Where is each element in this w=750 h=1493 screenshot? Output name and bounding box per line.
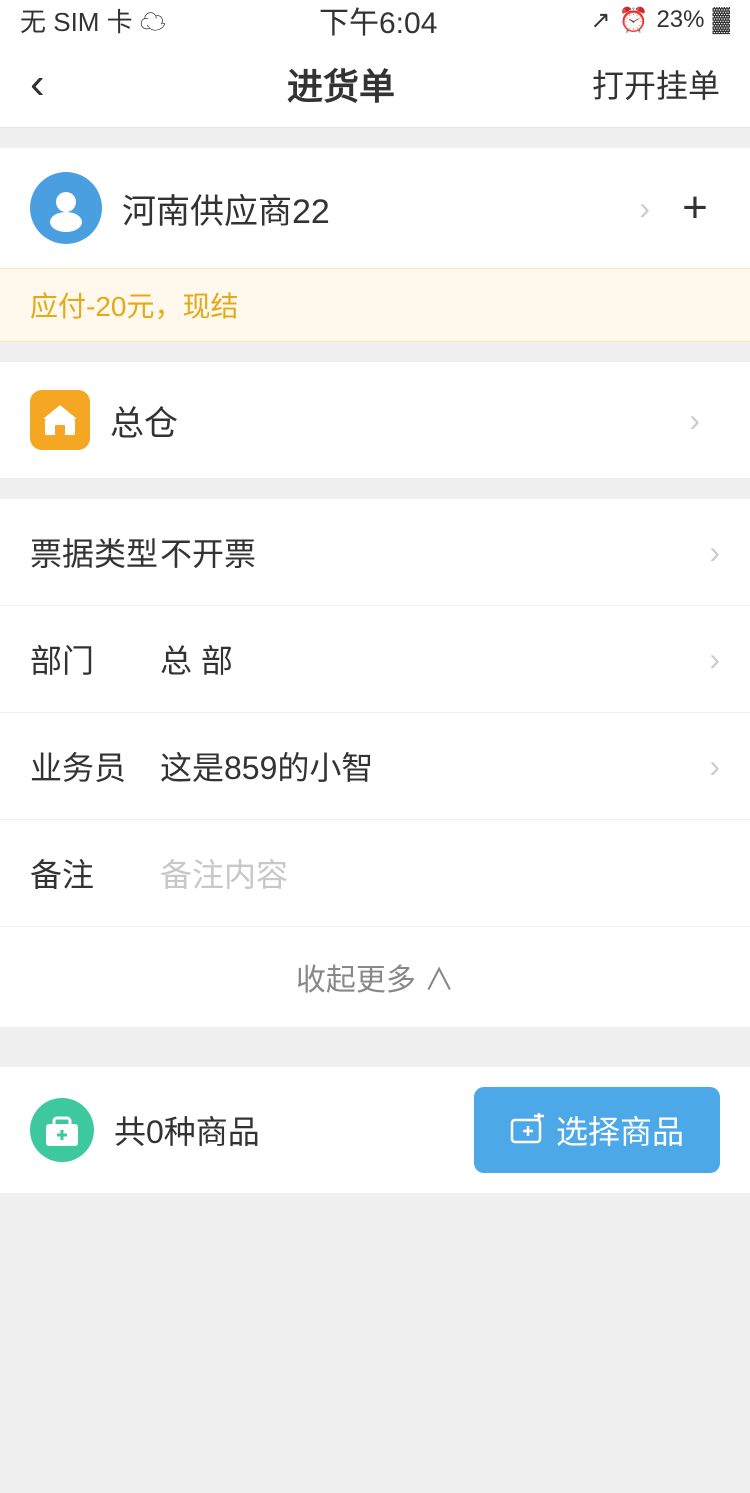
status-right: ↗ ⏰ 23% ▓ xyxy=(590,6,730,35)
collapse-button[interactable]: 收起更多 ∧ xyxy=(0,926,750,1027)
top-divider xyxy=(0,128,750,148)
supplier-row[interactable]: 河南供应商22 › + xyxy=(0,148,750,268)
department-value: 总 部 xyxy=(160,636,709,682)
select-product-label: 选择商品 xyxy=(556,1107,684,1153)
back-button[interactable]: ‹ xyxy=(30,59,90,109)
supplier-section: 河南供应商22 › + 应付-20元，现结 xyxy=(0,148,750,342)
bottom-section: 共0种商品 选择商品 xyxy=(0,1067,750,1193)
invoice-type-row[interactable]: 票据类型 不开票 › xyxy=(0,498,750,605)
notice-bar: 应付-20元，现结 xyxy=(0,268,750,342)
supplier-name: 河南供应商22 xyxy=(122,184,639,233)
status-time: 下午6:04 xyxy=(319,0,437,42)
select-product-icon xyxy=(510,1112,546,1148)
sim-status: 无 SIM 卡 ☁ xyxy=(20,2,166,39)
form-section: 票据类型 不开票 › 部门 总 部 › 业务员 这是859的小智 › 备注 备注… xyxy=(0,498,750,1027)
invoice-type-value: 不开票 xyxy=(160,529,709,575)
warehouse-chevron-icon: › xyxy=(689,402,700,439)
mid-divider1 xyxy=(0,342,750,362)
remark-label: 备注 xyxy=(30,850,160,896)
invoice-type-chevron-icon: › xyxy=(709,534,720,571)
status-left: 无 SIM 卡 ☁ xyxy=(20,2,166,39)
select-product-button[interactable]: 选择商品 xyxy=(474,1087,720,1173)
salesperson-value: 这是859的小智 xyxy=(160,743,709,789)
mid-divider3 xyxy=(0,1027,750,1047)
battery-icon: ▓ xyxy=(713,6,731,34)
remark-value[interactable]: 备注内容 xyxy=(160,850,720,896)
salesperson-row[interactable]: 业务员 这是859的小智 › xyxy=(0,712,750,819)
open-pending-button[interactable]: 打开挂单 xyxy=(592,61,720,107)
alarm-icon: ⏰ xyxy=(619,6,649,35)
mid-divider2 xyxy=(0,478,750,498)
nav-bar: ‹ 进货单 打开挂单 xyxy=(0,40,750,128)
location-icon: ↗ xyxy=(590,6,610,35)
product-icon xyxy=(30,1098,94,1162)
status-bar: 无 SIM 卡 ☁ 下午6:04 ↗ ⏰ 23% ▓ xyxy=(0,0,750,40)
salesperson-label: 业务员 xyxy=(30,743,160,789)
warehouse-name: 总仓 xyxy=(110,396,689,445)
page-background xyxy=(0,1193,750,1493)
warehouse-section: 总仓 › xyxy=(0,362,750,478)
warehouse-icon xyxy=(30,390,90,450)
invoice-type-label: 票据类型 xyxy=(30,529,160,575)
add-supplier-button[interactable]: + xyxy=(670,183,720,233)
product-count: 共0种商品 xyxy=(114,1107,474,1153)
remark-row[interactable]: 备注 备注内容 xyxy=(0,819,750,926)
department-row[interactable]: 部门 总 部 › xyxy=(0,605,750,712)
battery-level: 23% xyxy=(656,6,704,34)
supplier-avatar xyxy=(30,172,102,244)
salesperson-chevron-icon: › xyxy=(709,748,720,785)
page-title: 进货单 xyxy=(287,58,395,110)
warehouse-row[interactable]: 总仓 › xyxy=(0,362,750,478)
department-label: 部门 xyxy=(30,636,160,682)
supplier-chevron-icon: › xyxy=(639,190,650,227)
department-chevron-icon: › xyxy=(709,641,720,678)
